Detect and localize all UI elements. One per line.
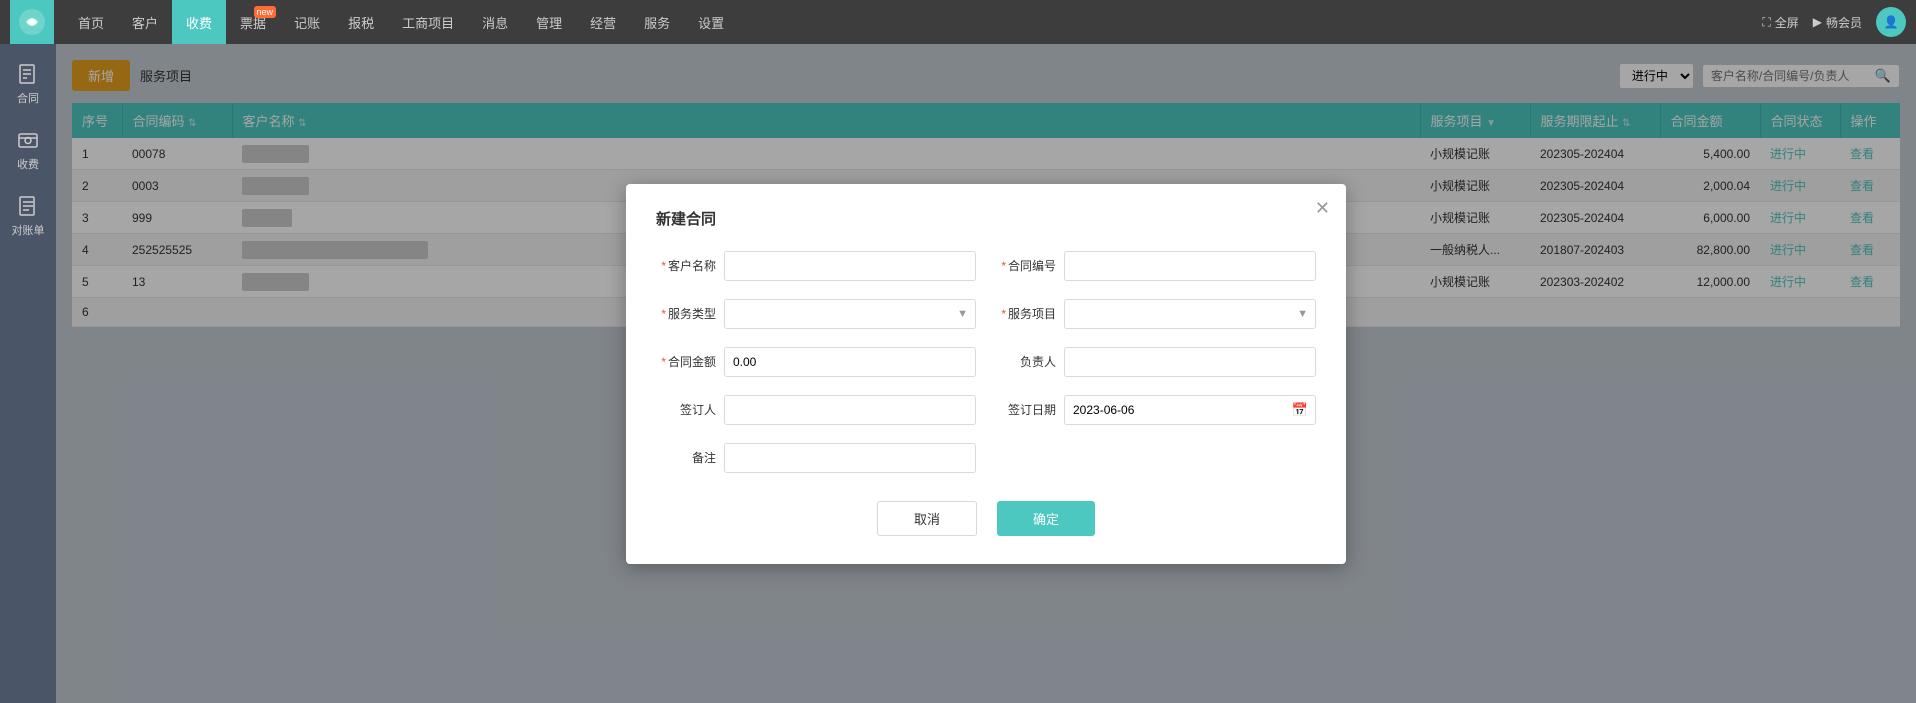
remark-label: 备注 bbox=[656, 449, 716, 466]
top-navigation: 首页 客户 收费 票据 new 记账 报税 工商项目 消息 管理 经营 服务 设… bbox=[0, 0, 1916, 44]
signer-label: 签订人 bbox=[656, 401, 716, 418]
sign-date-label: 签订日期 bbox=[996, 401, 1056, 418]
nav-customer[interactable]: 客户 bbox=[118, 0, 172, 44]
fee-icon bbox=[16, 128, 40, 152]
responsible-label: 负责人 bbox=[996, 353, 1056, 370]
service-type-select[interactable] bbox=[724, 299, 976, 329]
form-row-3: *合同金额 负责人 bbox=[656, 347, 1316, 377]
field-contract-no: *合同编号 bbox=[996, 251, 1316, 281]
field-service-type: *服务类型 ▼ bbox=[656, 299, 976, 329]
form-row-4: 签订人 签订日期 📅 bbox=[656, 395, 1316, 425]
service-item-select-wrap: ▼ bbox=[1064, 299, 1316, 329]
signer-input[interactable] bbox=[724, 395, 976, 425]
form-row-1: *客户名称 *合同编号 bbox=[656, 251, 1316, 281]
remark-input[interactable] bbox=[724, 443, 976, 473]
form-row-2: *服务类型 ▼ *服务项目 bbox=[656, 299, 1316, 329]
sidebar-item-fee[interactable]: 收费 bbox=[2, 120, 54, 180]
amount-label: *合同金额 bbox=[656, 353, 716, 370]
cancel-button[interactable]: 取消 bbox=[877, 501, 977, 536]
nav-tax[interactable]: 报税 bbox=[334, 0, 388, 44]
nav-invoice[interactable]: 票据 new bbox=[226, 0, 280, 44]
sidebar-item-reconcile[interactable]: 对账单 bbox=[2, 186, 54, 246]
service-item-select[interactable] bbox=[1064, 299, 1316, 329]
play-icon: ▶ bbox=[1813, 15, 1822, 29]
customer-name-input[interactable] bbox=[724, 251, 976, 281]
sidebar: 合同 收费 对账单 bbox=[0, 44, 56, 703]
main-content: 新增 服务项目 进行中 已完成 已终止 🔍 序号 合同 bbox=[56, 44, 1916, 703]
main-layout: 合同 收费 对账单 bbox=[0, 44, 1916, 703]
modal-footer: 取消 确定 bbox=[656, 501, 1316, 536]
reconcile-icon bbox=[16, 194, 40, 218]
field-service-item: *服务项目 ▼ bbox=[996, 299, 1316, 329]
sidebar-item-contract[interactable]: 合同 bbox=[2, 54, 54, 114]
confirm-button[interactable]: 确定 bbox=[997, 501, 1095, 536]
nav-home[interactable]: 首页 bbox=[64, 0, 118, 44]
field-customer-name: *客户名称 bbox=[656, 251, 976, 281]
nav-operation[interactable]: 经营 bbox=[576, 0, 630, 44]
nav-bookkeeping[interactable]: 记账 bbox=[280, 0, 334, 44]
modal-close-button[interactable]: ✕ bbox=[1315, 198, 1330, 219]
service-type-select-wrap: ▼ bbox=[724, 299, 976, 329]
field-sign-date: 签订日期 📅 bbox=[996, 395, 1316, 425]
nav-service[interactable]: 服务 bbox=[630, 0, 684, 44]
sign-date-wrap: 📅 bbox=[1064, 395, 1316, 425]
field-amount: *合同金额 bbox=[656, 347, 976, 377]
top-nav-right: ⛶ 全屏 ▶ 畅会员 👤 bbox=[1762, 7, 1906, 37]
app-logo bbox=[10, 0, 54, 44]
nav-business[interactable]: 工商项目 bbox=[388, 0, 468, 44]
nav-settings[interactable]: 设置 bbox=[684, 0, 738, 44]
responsible-input[interactable] bbox=[1064, 347, 1316, 377]
form-row-5: 备注 bbox=[656, 443, 1316, 473]
user-avatar[interactable]: 👤 bbox=[1876, 7, 1906, 37]
field-signer: 签订人 bbox=[656, 395, 976, 425]
nav-fee[interactable]: 收费 bbox=[172, 0, 226, 44]
contract-icon bbox=[16, 62, 40, 86]
modal-title: 新建合同 bbox=[656, 208, 1316, 229]
customer-name-label: *客户名称 bbox=[656, 257, 716, 274]
contract-no-label: *合同编号 bbox=[996, 257, 1056, 274]
member-button[interactable]: ▶ 畅会员 bbox=[1813, 14, 1862, 31]
modal-overlay: ✕ 新建合同 *客户名称 *合同编号 bbox=[56, 44, 1916, 703]
field-remark: 备注 bbox=[656, 443, 976, 473]
contract-no-input[interactable] bbox=[1064, 251, 1316, 281]
service-item-label: *服务项目 bbox=[996, 305, 1056, 322]
fullscreen-icon: ⛶ bbox=[1762, 15, 1770, 30]
amount-input[interactable] bbox=[724, 347, 976, 377]
field-responsible: 负责人 bbox=[996, 347, 1316, 377]
service-type-label: *服务类型 bbox=[656, 305, 716, 322]
sign-date-input[interactable] bbox=[1064, 395, 1316, 425]
new-contract-modal: ✕ 新建合同 *客户名称 *合同编号 bbox=[626, 184, 1346, 564]
nav-message[interactable]: 消息 bbox=[468, 0, 522, 44]
fullscreen-button[interactable]: ⛶ 全屏 bbox=[1762, 14, 1798, 31]
nav-manage[interactable]: 管理 bbox=[522, 0, 576, 44]
new-badge: new bbox=[254, 6, 277, 18]
